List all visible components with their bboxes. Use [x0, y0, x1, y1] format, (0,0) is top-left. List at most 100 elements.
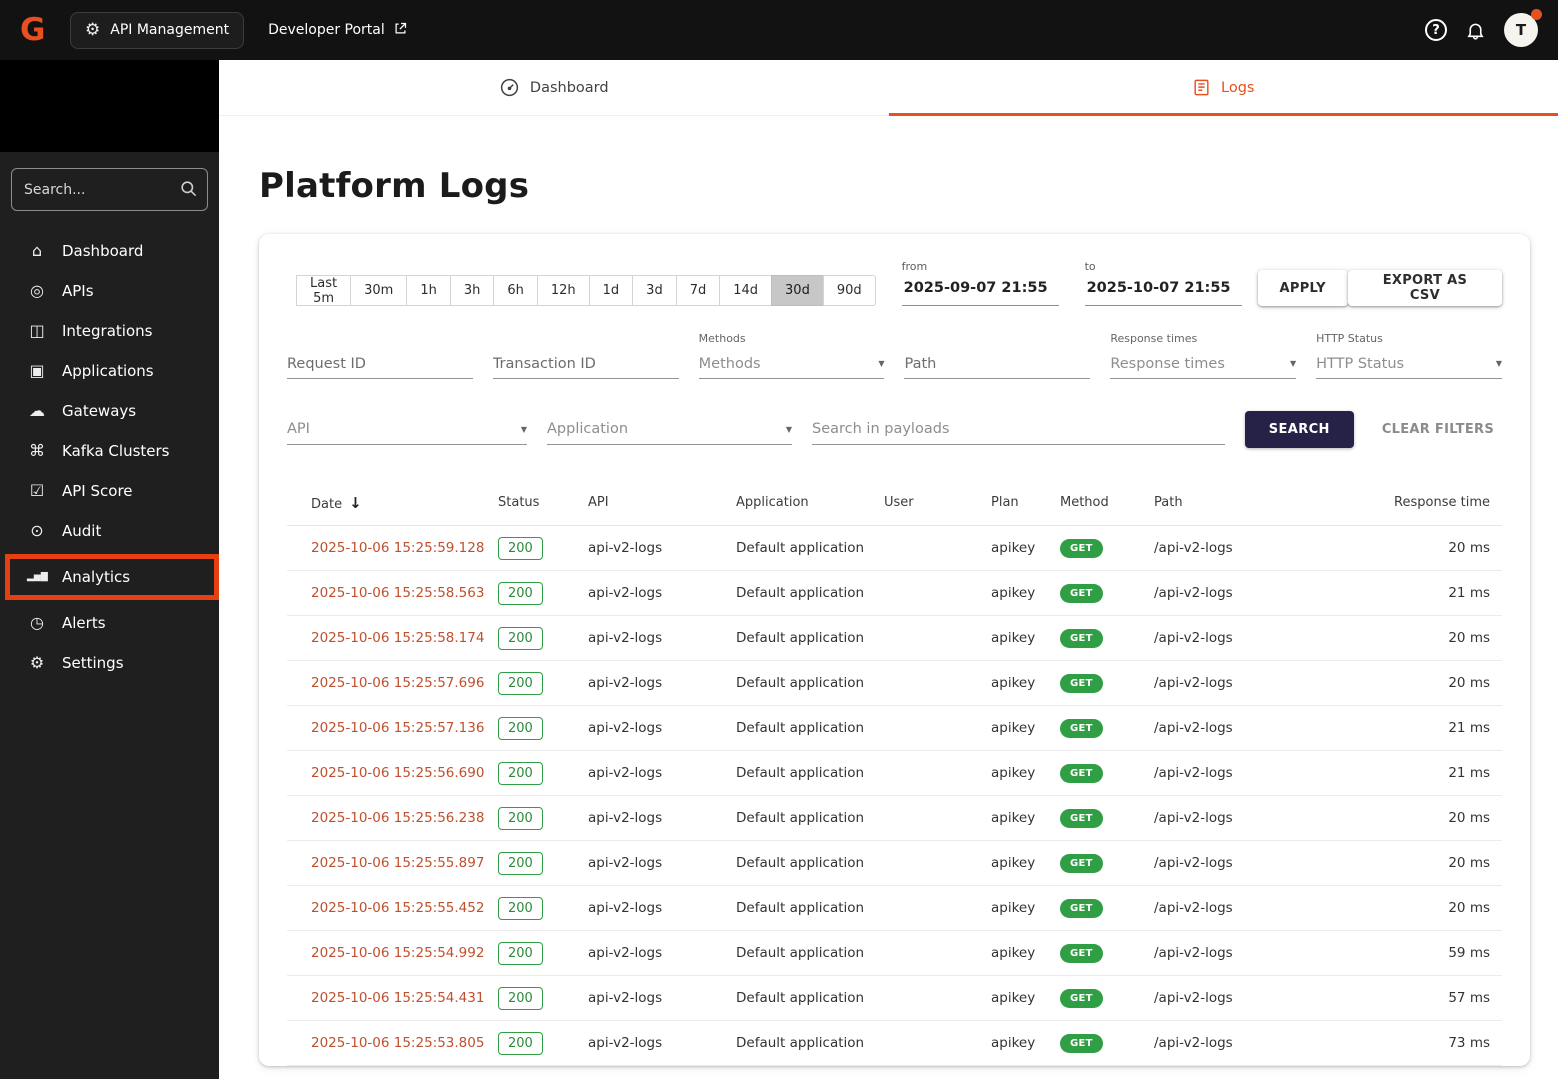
user-avatar[interactable]: T — [1504, 9, 1542, 47]
search-input[interactable] — [11, 168, 208, 211]
help-icon[interactable]: ? — [1425, 19, 1447, 41]
api-select[interactable]: API ▼ — [287, 415, 527, 445]
search-button[interactable]: SEARCH — [1244, 411, 1354, 448]
range-6h[interactable]: 6h — [493, 275, 538, 306]
tab-dashboard[interactable]: Dashboard — [219, 60, 889, 115]
sidebar-item-gateways[interactable]: ☁ Gateways — [0, 391, 219, 431]
range-12h[interactable]: 12h — [536, 275, 590, 306]
apply-button[interactable]: APPLY — [1257, 270, 1348, 306]
log-date-link[interactable]: 2025-10-06 15:25:54.431 — [311, 990, 484, 1006]
log-row[interactable]: 2025-10-06 15:25:57.136 200 api-v2-logs … — [287, 706, 1502, 751]
range-3h[interactable]: 3h — [449, 275, 495, 306]
method-badge: GET — [1060, 808, 1103, 828]
status-badge: 200 — [498, 806, 543, 830]
from-label: from — [901, 260, 928, 273]
transaction-id-input[interactable] — [492, 349, 679, 379]
sidebar-item-api-score[interactable]: ☑ API Score — [0, 471, 219, 511]
method-badge: GET — [1060, 988, 1103, 1008]
log-row[interactable]: 2025-10-06 15:25:56.690 200 api-v2-logs … — [287, 751, 1502, 796]
method-badge: GET — [1060, 538, 1103, 558]
log-row[interactable]: 2025-10-06 15:25:58.174 200 api-v2-logs … — [287, 616, 1502, 661]
method-badge: GET — [1060, 628, 1103, 648]
chevron-down-icon: ▼ — [520, 424, 527, 434]
log-date-link[interactable]: 2025-10-06 15:25:56.690 — [311, 765, 484, 781]
log-row[interactable]: 2025-10-06 15:25:54.992 200 api-v2-logs … — [287, 931, 1502, 976]
sidebar-item-dashboard[interactable]: ⌂ Dashboard — [0, 231, 219, 271]
sidebar-item-kafka-clusters[interactable]: ⌘ Kafka Clusters — [0, 431, 219, 471]
request-id-input[interactable] — [287, 349, 473, 379]
sidebar-item-audit[interactable]: ⊙ Audit — [0, 511, 219, 551]
range-30d[interactable]: 30d — [771, 275, 824, 306]
log-date-link[interactable]: 2025-10-06 15:25:58.174 — [311, 630, 484, 646]
log-response-time: 21 ms — [1448, 720, 1490, 736]
clear-filters-button[interactable]: CLEAR FILTERS — [1374, 422, 1502, 437]
sidebar-item-alerts[interactable]: ◷ Alerts — [0, 603, 219, 643]
range-1d[interactable]: 1d — [588, 275, 634, 306]
log-row[interactable]: 2025-10-06 15:25:55.897 200 api-v2-logs … — [287, 841, 1502, 886]
log-path: /api-v2-logs — [1154, 675, 1233, 691]
range-90d[interactable]: 90d — [822, 275, 876, 306]
sidebar-item-applications[interactable]: ▣ Applications — [0, 351, 219, 391]
range-last-5m[interactable]: Last 5m — [296, 275, 352, 306]
column-path: Path — [1154, 495, 1183, 510]
log-date-link[interactable]: 2025-10-06 15:25:56.238 — [311, 810, 484, 826]
sidebar-item-integrations[interactable]: ◫ Integrations — [0, 311, 219, 351]
application-select[interactable]: Application ▼ — [547, 415, 792, 445]
to-date-field: to 2025-10-07 21:55 — [1084, 260, 1242, 306]
methods-select[interactable]: Methods ▼ — [698, 349, 885, 379]
log-response-time: 20 ms — [1448, 855, 1490, 871]
response-times-select[interactable]: Response times ▼ — [1110, 349, 1297, 379]
log-row[interactable]: 2025-10-06 15:25:55.452 200 api-v2-logs … — [287, 886, 1502, 931]
sidebar-item-label: Settings — [62, 654, 124, 672]
log-application: Default application — [736, 765, 865, 781]
range-1h[interactable]: 1h — [406, 275, 451, 306]
log-date-link[interactable]: 2025-10-06 15:25:55.897 — [311, 855, 484, 871]
log-date-link[interactable]: 2025-10-06 15:25:53.805 — [311, 1035, 484, 1051]
column-date[interactable]: Date ↓ — [287, 494, 498, 512]
range-14d[interactable]: 14d — [719, 275, 773, 306]
log-date-link[interactable]: 2025-10-06 15:25:57.696 — [311, 675, 484, 691]
developer-portal-label: Developer Portal — [268, 22, 385, 38]
app-switcher-button[interactable]: ⚙ API Management — [70, 11, 245, 49]
to-date-input[interactable]: 2025-10-07 21:55 — [1084, 280, 1242, 306]
sidebar-item-settings[interactable]: ⚙ Settings — [0, 643, 219, 683]
log-date-link[interactable]: 2025-10-06 15:25:54.992 — [311, 945, 484, 961]
log-application: Default application — [736, 900, 865, 916]
log-row[interactable]: 2025-10-06 15:25:57.696 200 api-v2-logs … — [287, 661, 1502, 706]
chevron-down-icon: ▼ — [1289, 359, 1297, 368]
payloads-search-input[interactable] — [812, 414, 1225, 445]
log-date-link[interactable]: 2025-10-06 15:25:55.452 — [311, 900, 484, 916]
tab-logs[interactable]: Logs — [888, 60, 1558, 116]
range-30m[interactable]: 30m — [350, 275, 408, 306]
range-3d[interactable]: 3d — [632, 275, 677, 306]
path-input[interactable] — [904, 349, 1091, 379]
column-api: API — [588, 495, 609, 510]
applications-icon: ▣ — [29, 361, 45, 380]
log-row[interactable]: 2025-10-06 15:25:56.238 200 api-v2-logs … — [287, 796, 1502, 841]
log-row[interactable]: 2025-10-06 15:25:58.563 200 api-v2-logs … — [287, 571, 1502, 616]
log-row[interactable]: 2025-10-06 15:25:54.431 200 api-v2-logs … — [287, 976, 1502, 1021]
http-status-select[interactable]: HTTP Status ▼ — [1316, 349, 1502, 379]
log-api: api-v2-logs — [588, 540, 663, 556]
from-date-input[interactable]: 2025-09-07 21:55 — [901, 280, 1059, 306]
log-row[interactable]: 2025-10-06 15:25:53.805 200 api-v2-logs … — [287, 1021, 1502, 1066]
log-path: /api-v2-logs — [1154, 765, 1233, 781]
column-user: User — [884, 495, 914, 510]
path-field — [904, 332, 1091, 379]
developer-portal-link[interactable]: Developer Portal — [268, 21, 408, 40]
notifications-bell-icon[interactable] — [1465, 20, 1486, 41]
log-date-link[interactable]: 2025-10-06 15:25:59.128 — [311, 540, 484, 556]
export-csv-button[interactable]: EXPORT AS CSV — [1347, 270, 1502, 306]
methods-label: Methods — [698, 332, 746, 345]
range-7d[interactable]: 7d — [675, 275, 721, 306]
log-api: api-v2-logs — [588, 990, 663, 1006]
log-application: Default application — [736, 720, 865, 736]
gravitee-logo[interactable]: G — [20, 14, 52, 46]
sidebar-item-apis[interactable]: ◎ APIs — [0, 271, 219, 311]
status-badge: 200 — [498, 626, 543, 650]
log-row[interactable]: 2025-10-06 15:25:59.128 200 api-v2-logs … — [287, 526, 1502, 571]
log-date-link[interactable]: 2025-10-06 15:25:57.136 — [311, 720, 484, 736]
notification-dot — [1531, 9, 1542, 20]
log-date-link[interactable]: 2025-10-06 15:25:58.563 — [311, 585, 484, 601]
sidebar-item-analytics[interactable]: ▂▅▇ Analytics — [5, 554, 219, 600]
